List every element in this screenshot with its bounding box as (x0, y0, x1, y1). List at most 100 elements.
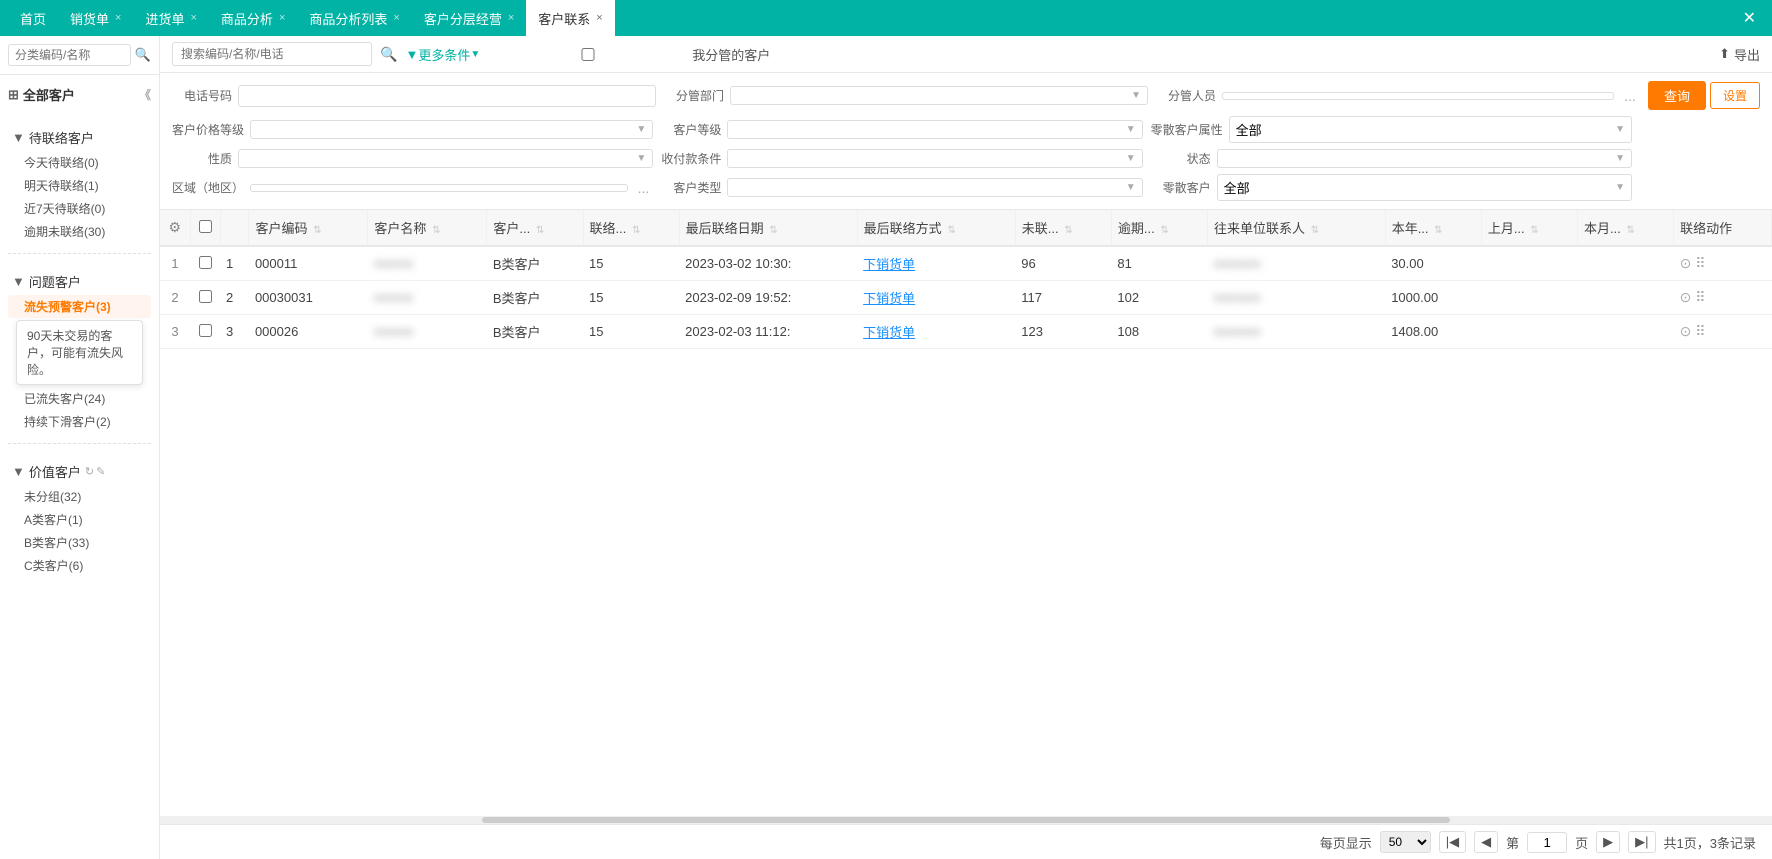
tab-customer-layer[interactable]: 客户分层经营 × (412, 0, 526, 36)
action-grid-icon-1[interactable]: ⠿ (1695, 255, 1705, 272)
arrow-icon-3: ▼ (12, 464, 25, 479)
payment-select[interactable]: ▼ (727, 149, 1142, 168)
value-settings-icon[interactable]: ✎ (96, 465, 105, 478)
dept-select[interactable]: ▼ (730, 86, 1148, 105)
sidebar-item-a-class[interactable]: A类客户(1) (8, 508, 151, 531)
row-checkbox-2[interactable] (190, 281, 220, 315)
th-action: 联络动作 (1674, 210, 1772, 246)
sidebar-item-c-class[interactable]: C类客户(6) (8, 554, 151, 577)
home-tab[interactable]: 首页 (8, 9, 58, 28)
select-all-checkbox[interactable] (199, 220, 212, 233)
th-uncontact[interactable]: 未联... ⇅ (1015, 210, 1111, 246)
query-button[interactable]: 查询 (1648, 81, 1706, 110)
per-page-select[interactable]: 50 100 200 (1380, 831, 1431, 853)
phone-input[interactable] (238, 85, 656, 107)
row-way-1[interactable]: 下销货单 (857, 246, 1015, 281)
status-select[interactable]: ▼ (1217, 149, 1632, 168)
price-level-chevron: ▼ (636, 124, 646, 135)
th-settings[interactable]: ⚙ (160, 210, 190, 246)
manager-ellipsis[interactable]: ... (1620, 88, 1640, 104)
value-edit-icon[interactable]: ↻ (85, 465, 94, 478)
settings-button[interactable]: 设置 (1710, 82, 1760, 109)
nature-select[interactable]: ▼ (238, 149, 653, 168)
retail-select[interactable]: 全部 ▼ (1217, 174, 1632, 201)
my-customers-checkbox[interactable] (488, 48, 688, 61)
tab-goods-analysis[interactable]: 商品分析 × (209, 0, 297, 36)
sidebar-problem-title[interactable]: ▼ 问题客户 (8, 268, 151, 295)
horizontal-scrollbar[interactable] (160, 816, 1772, 824)
th-this-year[interactable]: 本年... ⇅ (1385, 210, 1481, 246)
table-settings-icon[interactable]: ⚙ (168, 219, 181, 235)
th-overdue[interactable]: 逾期... ⇅ (1111, 210, 1207, 246)
action-grid-icon-2[interactable]: ⠿ (1695, 289, 1705, 306)
row-way-2[interactable]: 下销货单 (857, 281, 1015, 315)
close-customer-contact-tab[interactable]: × (596, 12, 602, 24)
close-sales-tab[interactable]: × (115, 12, 121, 24)
region-ellipsis[interactable]: ... (634, 180, 654, 196)
sidebar-item-today[interactable]: 今天待联络(0) (8, 151, 151, 174)
page-input[interactable] (1527, 832, 1567, 853)
th-checkbox[interactable] (190, 210, 220, 246)
close-customer-layer-tab[interactable]: × (508, 12, 514, 24)
sidebar-item-b-class[interactable]: B类客户(33) (8, 531, 151, 554)
th-name[interactable]: 客户名称 ⇅ (368, 210, 487, 246)
sidebar-search-input[interactable] (8, 44, 131, 66)
sidebar-item-unclassified[interactable]: 未分组(32) (8, 485, 151, 508)
window-close-button[interactable]: ✕ (1735, 8, 1764, 28)
sidebar-pending-title[interactable]: ▼ 待联络客户 (8, 124, 151, 151)
th-last-contact-date[interactable]: 最后联络日期 ⇅ (679, 210, 857, 246)
first-page-button[interactable]: |◀ (1439, 831, 1466, 853)
my-customers-label[interactable]: 我分管的客户 (488, 45, 770, 64)
row-way-3[interactable]: 下销货单 (857, 315, 1015, 349)
th-unit-contact[interactable]: 往来单位联系人 ⇅ (1208, 210, 1386, 246)
sidebar-item-churn-warning[interactable]: 流失预警客户(3) (8, 295, 151, 318)
next-page-button[interactable]: ▶ (1596, 831, 1620, 853)
th-this-month[interactable]: 本月... ⇅ (1577, 210, 1673, 246)
close-goods-list-tab[interactable]: × (393, 12, 399, 24)
th-contact[interactable]: 联络... ⇅ (583, 210, 679, 246)
tab-sales[interactable]: 销货单 × (58, 0, 133, 36)
close-purchase-tab[interactable]: × (190, 12, 196, 24)
more-conditions-button[interactable]: ▼ 更多条件 ▼ (405, 45, 480, 64)
th-last-month[interactable]: 上月... ⇅ (1481, 210, 1577, 246)
tab-customer-contact[interactable]: 客户联系 × (526, 0, 614, 36)
search-input[interactable] (172, 42, 372, 66)
row-uncontact-1: 96 (1015, 246, 1111, 281)
action-link-icon-2[interactable]: ⊙ (1680, 289, 1692, 306)
sidebar-item-declining[interactable]: 持续下滑客户(2) (8, 410, 151, 433)
row-unit-2: ■■■■■■ (1208, 281, 1386, 315)
sidebar-search-icon[interactable]: 🔍 (135, 47, 151, 63)
close-goods-analysis-tab[interactable]: × (279, 12, 285, 24)
action-link-icon-3[interactable]: ⊙ (1680, 323, 1692, 340)
price-level-select[interactable]: ▼ (250, 120, 653, 139)
sidebar-all-customers-header[interactable]: ⊞ 全部客户 《 (8, 81, 151, 108)
table-row: 2 2 00030031 ■■■■■ B类客户 15 2023-02-09 19… (160, 281, 1772, 315)
row-checkbox-1[interactable] (190, 246, 220, 281)
table-row: 1 1 000011 ■■■■■ B类客户 15 2023-03-02 10:3… (160, 246, 1772, 281)
tab-purchase[interactable]: 进货单 × (133, 0, 208, 36)
scrollbar-thumb[interactable] (482, 817, 1449, 823)
last-page-button[interactable]: ▶| (1628, 831, 1655, 853)
search-button[interactable]: 🔍 (380, 46, 397, 63)
row-index-3: 3 (160, 315, 190, 349)
th-last-contact-way[interactable]: 最后联络方式 ⇅ (857, 210, 1015, 246)
sidebar-item-churned[interactable]: 已流失客户(24) (8, 387, 151, 410)
customer-level-select[interactable]: ▼ (727, 120, 1142, 139)
sidebar-value-title[interactable]: ▼ 价值客户 ↻ ✎ (8, 458, 151, 485)
sidebar-item-overdue[interactable]: 逾期未联络(30) (8, 220, 151, 243)
region-select[interactable] (250, 184, 628, 192)
prev-page-button[interactable]: ◀ (1474, 831, 1498, 853)
retail-attr-select[interactable]: 全部 ▼ (1229, 116, 1632, 143)
sidebar-item-tomorrow[interactable]: 明天待联络(1) (8, 174, 151, 197)
customer-type-select[interactable]: ▼ (727, 178, 1142, 197)
action-link-icon-1[interactable]: ⊙ (1680, 255, 1692, 272)
sidebar-item-7days[interactable]: 近7天待联络(0) (8, 197, 151, 220)
export-button[interactable]: ⬆ 导出 (1719, 45, 1760, 64)
row-name-2: ■■■■■ (368, 281, 487, 315)
action-grid-icon-3[interactable]: ⠿ (1695, 323, 1705, 340)
th-level[interactable]: 客户... ⇅ (487, 210, 583, 246)
tab-goods-list[interactable]: 商品分析列表 × (297, 0, 411, 36)
th-code[interactable]: 客户编码 ⇅ (249, 210, 368, 246)
manager-select[interactable] (1222, 92, 1614, 100)
row-checkbox-3[interactable] (190, 315, 220, 349)
